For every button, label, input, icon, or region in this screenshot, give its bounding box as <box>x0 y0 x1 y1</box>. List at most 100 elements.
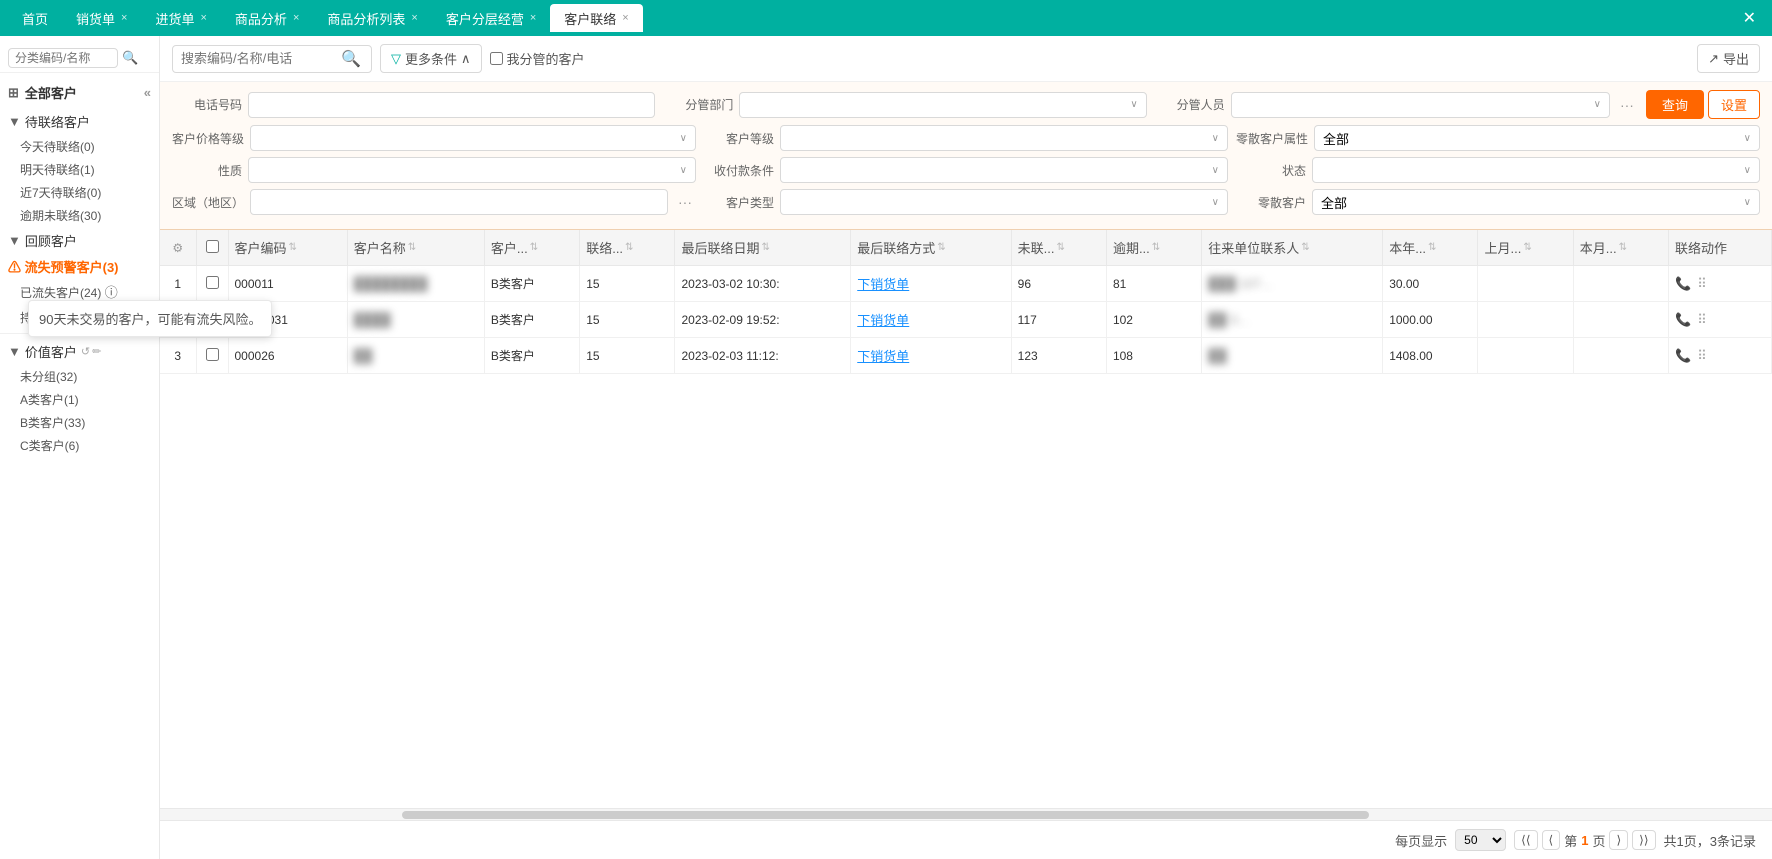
tab-sales-close[interactable]: × <box>121 12 127 24</box>
sidebar-item-today[interactable]: 今天待联络(0) <box>0 135 159 158</box>
row1-method-link[interactable]: 下销货单 <box>857 277 909 292</box>
sidebar-item-class-b[interactable]: B类客户(33) <box>0 411 159 434</box>
payment-down-arrow-icon: ∨ <box>1212 165 1219 176</box>
filter-dept-select[interactable]: ∨ <box>739 92 1146 118</box>
export-btn[interactable]: ↗ 导出 <box>1697 44 1760 73</box>
col-uncontacted[interactable]: 未联...⇅ <box>1011 230 1106 266</box>
search-input[interactable] <box>181 51 341 66</box>
tab-home[interactable]: 首页 <box>8 4 62 32</box>
col-this-year[interactable]: 本年...⇅ <box>1383 230 1478 266</box>
sidebar-group-review-label[interactable]: ▼ 回顾客户 <box>0 227 159 254</box>
row2-action-phone-icon[interactable]: 📞 <box>1675 312 1691 328</box>
page-last-btn[interactable]: ⟩⟩ <box>1632 830 1655 850</box>
filter-retail-attr-select[interactable]: 全部 ∨ <box>1314 125 1760 151</box>
tab-customer-layer-close[interactable]: × <box>530 12 536 24</box>
filter-row-4: 区域（地区） ··· 客户类型 ∨ 零散客户 全部 ∨ <box>172 189 1760 215</box>
filter-region-input[interactable] <box>250 189 668 215</box>
sidebar-group-waiting-label[interactable]: ▼ 待联络客户 <box>0 108 159 135</box>
sidebar-item-7days[interactable]: 近7天待联络(0) <box>0 181 159 204</box>
refresh-icon[interactable]: ↺ <box>81 345 90 358</box>
col-last-month[interactable]: 上月...⇅ <box>1478 230 1573 266</box>
edit-icon[interactable]: ✏ <box>92 345 101 358</box>
sidebar-all-customers[interactable]: ⊞ 全部客户 « <box>0 77 159 108</box>
filter-region-more[interactable]: ··· <box>674 194 696 210</box>
col-this-month[interactable]: 本月...⇅ <box>1573 230 1668 266</box>
last-method-sort-icon: ⇅ <box>937 242 945 253</box>
row2-action-more-icon[interactable]: ⠿ <box>1697 312 1707 328</box>
row-checkbox-3[interactable] <box>196 338 228 374</box>
row-num-1: 1 <box>160 266 196 302</box>
col-contact[interactable]: 联络...⇅ <box>580 230 675 266</box>
col-type[interactable]: 客户...⇅ <box>484 230 579 266</box>
tab-product-list-close[interactable]: × <box>411 12 417 24</box>
sidebar-group-value-label[interactable]: ▼ 价值客户 ↺ ✏ <box>0 338 159 365</box>
col-last-method[interactable]: 最后联络方式⇅ <box>851 230 1011 266</box>
col-overdue[interactable]: 逾期...⇅ <box>1106 230 1201 266</box>
row1-type: B类客户 <box>484 266 579 302</box>
sidebar-item-churn-warn[interactable]: ⚠ 流失预警客户(3) <box>0 254 159 279</box>
row1-checkbox[interactable] <box>206 276 219 289</box>
filter-more-btn[interactable]: ▽ 更多条件 ∧ <box>380 44 482 73</box>
filter-customer-type-select[interactable]: ∨ <box>780 189 1228 215</box>
tab-customer-layer[interactable]: 客户分层经营 × <box>432 4 550 32</box>
select-all-checkbox[interactable] <box>206 240 219 253</box>
tab-product-analysis[interactable]: 商品分析 × <box>221 4 313 32</box>
checkbox-col-header[interactable] <box>196 230 228 266</box>
tab-purchase[interactable]: 进货单 × <box>141 4 220 32</box>
filter-person-more[interactable]: ··· <box>1616 97 1638 113</box>
tab-product-list[interactable]: 商品分析列表 × <box>313 4 431 32</box>
row1-action-phone-icon[interactable]: 📞 <box>1675 276 1691 292</box>
filter-dept-wrap: 分管部门 ∨ <box>663 92 1146 118</box>
tab-customer-link-close[interactable]: × <box>622 12 628 24</box>
row3-action-phone-icon[interactable]: 📞 <box>1675 348 1691 364</box>
sidebar-search-icon[interactable]: 🔍 <box>122 50 138 66</box>
filter-person-select[interactable]: ∨ <box>1231 92 1610 118</box>
filter-retail-select[interactable]: 全部 ∨ <box>1312 189 1760 215</box>
row2-method-link[interactable]: 下销货单 <box>857 313 909 328</box>
page-next-btn[interactable]: ⟩ <box>1609 830 1628 850</box>
tab-product-analysis-close[interactable]: × <box>293 12 299 24</box>
row2-overdue: 102 <box>1106 302 1201 338</box>
col-code[interactable]: 客户编码⇅ <box>228 230 347 266</box>
sidebar-item-class-c[interactable]: C类客户(6) <box>0 434 159 457</box>
horizontal-scrollbar[interactable] <box>160 808 1772 820</box>
row2-last-method[interactable]: 下销货单 <box>851 302 1011 338</box>
scrollbar-thumb[interactable] <box>402 811 1369 819</box>
sidebar-item-tomorrow[interactable]: 明天待联络(1) <box>0 158 159 181</box>
filter-nature-select[interactable]: ∨ <box>248 157 696 183</box>
sidebar-item-class-a[interactable]: A类客户(1) <box>0 388 159 411</box>
col-name[interactable]: 客户名称⇅ <box>347 230 484 266</box>
sidebar-item-overdue[interactable]: 逾期未联络(30) <box>0 204 159 227</box>
my-customers-checkbox[interactable] <box>490 52 503 65</box>
page-first-btn[interactable]: ⟨⟨ <box>1514 830 1537 850</box>
settings-column-btn[interactable]: ⚙ <box>160 230 196 266</box>
row1-uncontacted: 96 <box>1011 266 1106 302</box>
sidebar-item-ungroup[interactable]: 未分组(32) <box>0 365 159 388</box>
settings-btn[interactable]: 设置 <box>1708 90 1760 119</box>
col-last-date[interactable]: 最后联络日期⇅ <box>675 230 851 266</box>
filter-price-grade-select[interactable]: ∨ <box>250 125 696 151</box>
row3-action-more-icon[interactable]: ⠿ <box>1697 348 1707 364</box>
tab-sales[interactable]: 销货单 × <box>62 4 141 32</box>
tab-purchase-close[interactable]: × <box>200 12 206 24</box>
col-unit-contact[interactable]: 往来单位联系人⇅ <box>1202 230 1383 266</box>
row1-action-more-icon[interactable]: ⠿ <box>1697 276 1707 292</box>
row3-checkbox[interactable] <box>206 348 219 361</box>
app-close-btn[interactable]: ✕ <box>1735 10 1764 27</box>
filter-phone-input[interactable] <box>248 92 655 118</box>
row3-method-link[interactable]: 下销货单 <box>857 349 909 364</box>
filter-customer-grade-select[interactable]: ∨ <box>780 125 1228 151</box>
filter-status-select[interactable]: ∨ <box>1312 157 1760 183</box>
sidebar-search-input[interactable] <box>8 48 118 68</box>
sidebar-collapse-icon[interactable]: « <box>144 85 151 100</box>
tab-customer-link[interactable]: 客户联络 × <box>550 4 642 32</box>
row1-last-method[interactable]: 下销货单 <box>851 266 1011 302</box>
row-checkbox-1[interactable] <box>196 266 228 302</box>
filter-payment-select[interactable]: ∨ <box>780 157 1228 183</box>
per-page-select[interactable]: 50 100 200 <box>1455 829 1506 851</box>
row3-last-method[interactable]: 下销货单 <box>851 338 1011 374</box>
row1-name: ████████ <box>347 266 484 302</box>
query-btn[interactable]: 查询 <box>1646 90 1704 119</box>
page-prev-btn[interactable]: ⟨ <box>1542 830 1561 850</box>
search-submit-btn[interactable]: 🔍 <box>341 49 361 69</box>
